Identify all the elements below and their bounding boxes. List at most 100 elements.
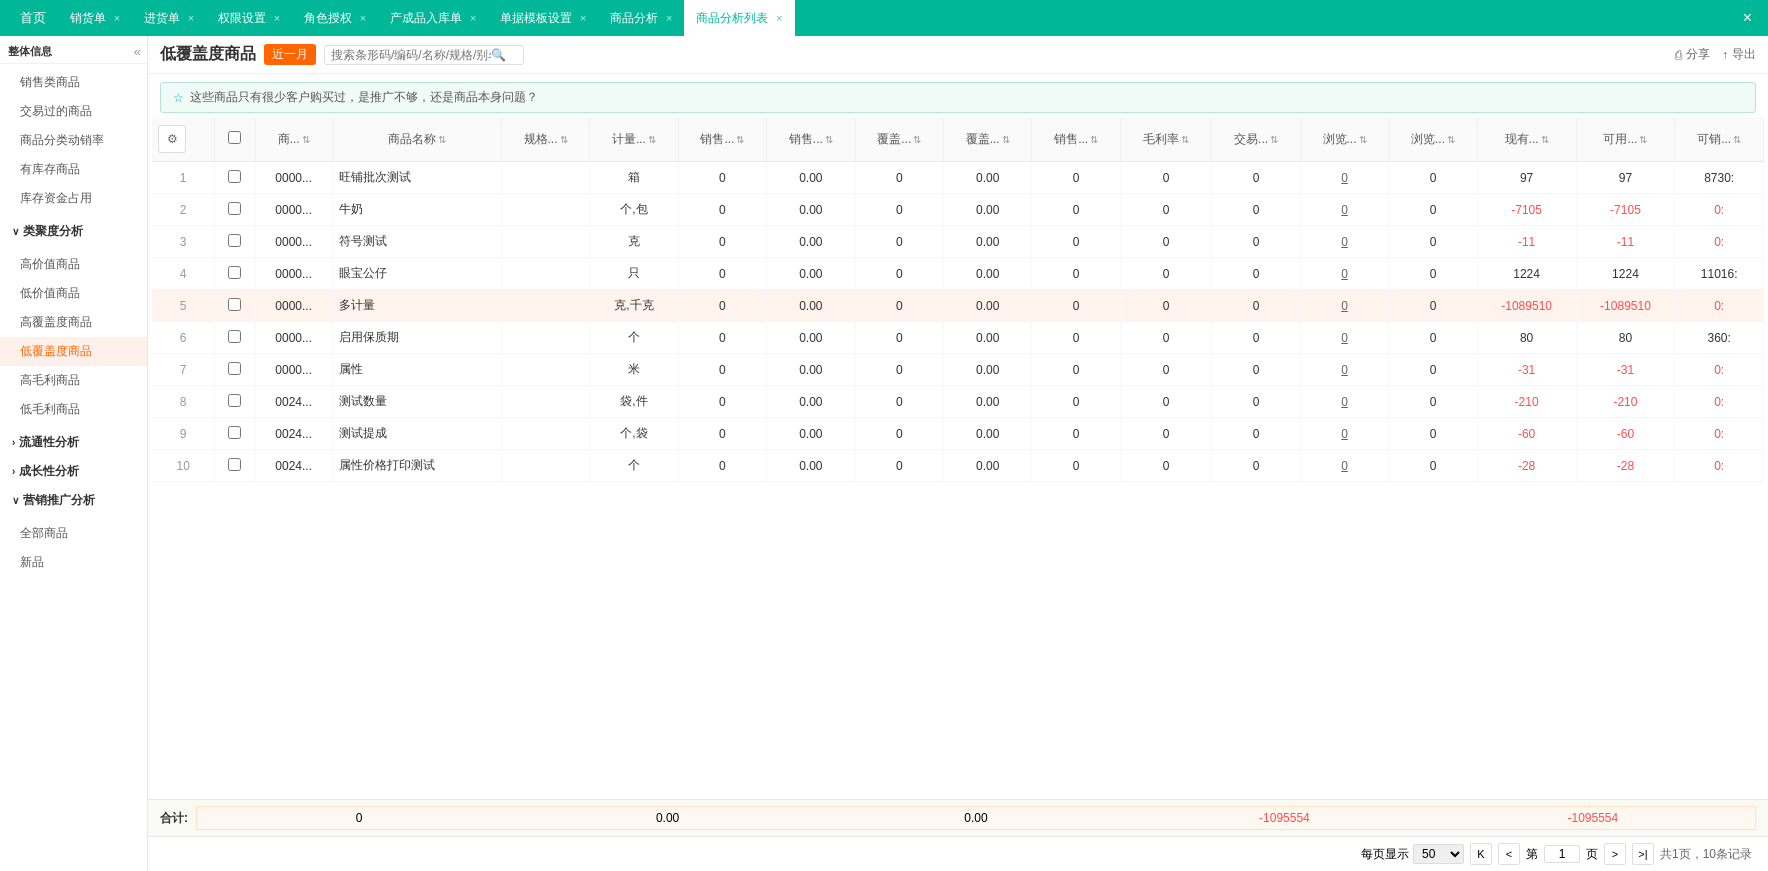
- nav-purchase[interactable]: 进货单 ×: [132, 0, 206, 36]
- row-spec: [501, 354, 589, 386]
- col-sales-amt[interactable]: 销售...⇅: [767, 117, 855, 162]
- nav-sales-close[interactable]: ×: [114, 12, 120, 24]
- nav-home[interactable]: 首页: [8, 0, 58, 36]
- sidebar-item-new-goods[interactable]: 新品: [0, 548, 147, 577]
- row-browse1[interactable]: 0: [1300, 418, 1388, 450]
- col-stock-current[interactable]: 现有...⇅: [1477, 117, 1576, 162]
- column-settings-icon[interactable]: ⚙: [158, 125, 186, 153]
- sidebar-item-in-stock[interactable]: 有库存商品: [0, 155, 147, 184]
- sidebar-item-high-margin[interactable]: 高毛利商品: [0, 366, 147, 395]
- row-checkbox[interactable]: [215, 386, 255, 418]
- sidebar-section-cluster[interactable]: ∨ 类聚度分析: [0, 217, 147, 246]
- col-settings[interactable]: ⚙: [152, 117, 215, 162]
- sidebar-item-low-margin[interactable]: 低毛利商品: [0, 395, 147, 424]
- sidebar-item-high-coverage[interactable]: 高覆盖度商品: [0, 308, 147, 337]
- sidebar-item-low-value[interactable]: 低价值商品: [0, 279, 147, 308]
- row-browse2: 0: [1389, 194, 1477, 226]
- row-sales3: 0: [1032, 322, 1120, 354]
- sidebar-item-category-rate[interactable]: 商品分类动销率: [0, 126, 147, 155]
- sidebar-item-low-coverage[interactable]: 低覆盖度商品: [0, 337, 147, 366]
- row-checkbox[interactable]: [215, 194, 255, 226]
- col-trade[interactable]: 交易...⇅: [1212, 117, 1300, 162]
- nav-permission[interactable]: 权限设置 ×: [206, 0, 292, 36]
- nav-role-close[interactable]: ×: [360, 12, 366, 24]
- row-browse1[interactable]: 0: [1300, 290, 1388, 322]
- row-checkbox[interactable]: [215, 290, 255, 322]
- page-number-input[interactable]: [1544, 845, 1580, 863]
- col-cover2[interactable]: 覆盖...⇅: [944, 117, 1032, 162]
- sidebar-collapse-btn[interactable]: «: [134, 44, 141, 59]
- nav-goods-analysis-close[interactable]: ×: [666, 12, 672, 24]
- select-all-checkbox[interactable]: [228, 131, 241, 144]
- row-checkbox[interactable]: [215, 258, 255, 290]
- col-browse1[interactable]: 浏览...⇅: [1300, 117, 1388, 162]
- col-name[interactable]: 商品名称⇅: [332, 117, 501, 162]
- share-button[interactable]: ⎙ 分享: [1675, 46, 1710, 63]
- nav-template-close[interactable]: ×: [580, 12, 586, 24]
- row-browse2: 0: [1389, 354, 1477, 386]
- global-close-button[interactable]: ×: [1735, 9, 1760, 27]
- nav-permission-close[interactable]: ×: [274, 12, 280, 24]
- row-browse1[interactable]: 0: [1300, 226, 1388, 258]
- nav-role[interactable]: 角色授权 ×: [292, 0, 378, 36]
- col-spec[interactable]: 规格...⇅: [501, 117, 589, 162]
- row-checkbox[interactable]: [215, 450, 255, 482]
- row-stock-avail: -11: [1576, 226, 1675, 258]
- row-browse1[interactable]: 0: [1300, 194, 1388, 226]
- nav-product-warehouse-close[interactable]: ×: [470, 12, 476, 24]
- row-sales3: 0: [1032, 450, 1120, 482]
- col-browse2[interactable]: 浏览...⇅: [1389, 117, 1477, 162]
- last-page-button[interactable]: >|: [1632, 843, 1654, 865]
- col-stock-sale[interactable]: 可销...⇅: [1675, 117, 1764, 162]
- col-checkbox[interactable]: [215, 117, 255, 162]
- nav-goods-analysis-list-close[interactable]: ×: [776, 12, 782, 24]
- row-checkbox[interactable]: [215, 322, 255, 354]
- nav-template[interactable]: 单据模板设置 ×: [488, 0, 598, 36]
- nav-goods-analysis[interactable]: 商品分析 ×: [598, 0, 684, 36]
- row-checkbox[interactable]: [215, 418, 255, 450]
- page-label-post: 页: [1586, 846, 1598, 863]
- row-browse1[interactable]: 0: [1300, 322, 1388, 354]
- next-page-button[interactable]: >: [1604, 843, 1626, 865]
- col-cover1[interactable]: 覆盖...⇅: [855, 117, 943, 162]
- row-name: 测试数量: [332, 386, 501, 418]
- sidebar: 整体信息 « 销售类商品 交易过的商品 商品分类动销率 有库存商品 库存资金占用…: [0, 36, 148, 871]
- col-unit[interactable]: 计量...⇅: [590, 117, 678, 162]
- row-browse1[interactable]: 0: [1300, 354, 1388, 386]
- sidebar-section-flow[interactable]: › 流通性分析: [0, 428, 147, 457]
- search-input[interactable]: [331, 48, 491, 62]
- row-sales-qty: 0: [678, 290, 766, 322]
- sidebar-section-growth[interactable]: › 成长性分析: [0, 457, 147, 486]
- export-button[interactable]: ↑ 导出: [1722, 46, 1756, 63]
- row-checkbox[interactable]: [215, 162, 255, 194]
- nav-purchase-close[interactable]: ×: [188, 12, 194, 24]
- search-icon[interactable]: 🔍: [491, 48, 506, 62]
- nav-product-warehouse[interactable]: 产成品入库单 ×: [378, 0, 488, 36]
- row-browse1[interactable]: 0: [1300, 162, 1388, 194]
- col-sales-qty[interactable]: 销售...⇅: [678, 117, 766, 162]
- row-browse1[interactable]: 0: [1300, 258, 1388, 290]
- col-sales3[interactable]: 销售...⇅: [1032, 117, 1120, 162]
- per-page-select[interactable]: 50 10 20 100: [1413, 844, 1464, 864]
- row-browse1[interactable]: 0: [1300, 386, 1388, 418]
- nav-goods-analysis-list[interactable]: 商品分析列表 ×: [684, 0, 794, 36]
- row-browse1[interactable]: 0: [1300, 450, 1388, 482]
- sidebar-section-marketing[interactable]: ∨ 营销推广分析: [0, 486, 147, 515]
- sidebar-item-traded-goods[interactable]: 交易过的商品: [0, 97, 147, 126]
- first-page-button[interactable]: K: [1470, 843, 1492, 865]
- sidebar-item-high-value[interactable]: 高价值商品: [0, 250, 147, 279]
- prev-page-button[interactable]: <: [1498, 843, 1520, 865]
- table-row: 6 0000... 启用保质期 个 0 0.00 0 0.00 0 0 0 0 …: [152, 322, 1764, 354]
- row-spec: [501, 162, 589, 194]
- row-checkbox[interactable]: [215, 226, 255, 258]
- col-stock-avail[interactable]: 可用...⇅: [1576, 117, 1675, 162]
- date-filter-button[interactable]: 近一月: [264, 44, 316, 65]
- col-code[interactable]: 商...⇅: [255, 117, 332, 162]
- row-checkbox[interactable]: [215, 354, 255, 386]
- col-margin[interactable]: 毛利率⇅: [1120, 117, 1212, 162]
- sidebar-item-all-goods[interactable]: 全部商品: [0, 519, 147, 548]
- sidebar-item-stock-capital[interactable]: 库存资金占用: [0, 184, 147, 213]
- sidebar-item-sales-goods[interactable]: 销售类商品: [0, 68, 147, 97]
- nav-sales[interactable]: 销货单 ×: [58, 0, 132, 36]
- row-code: 0024...: [255, 450, 332, 482]
